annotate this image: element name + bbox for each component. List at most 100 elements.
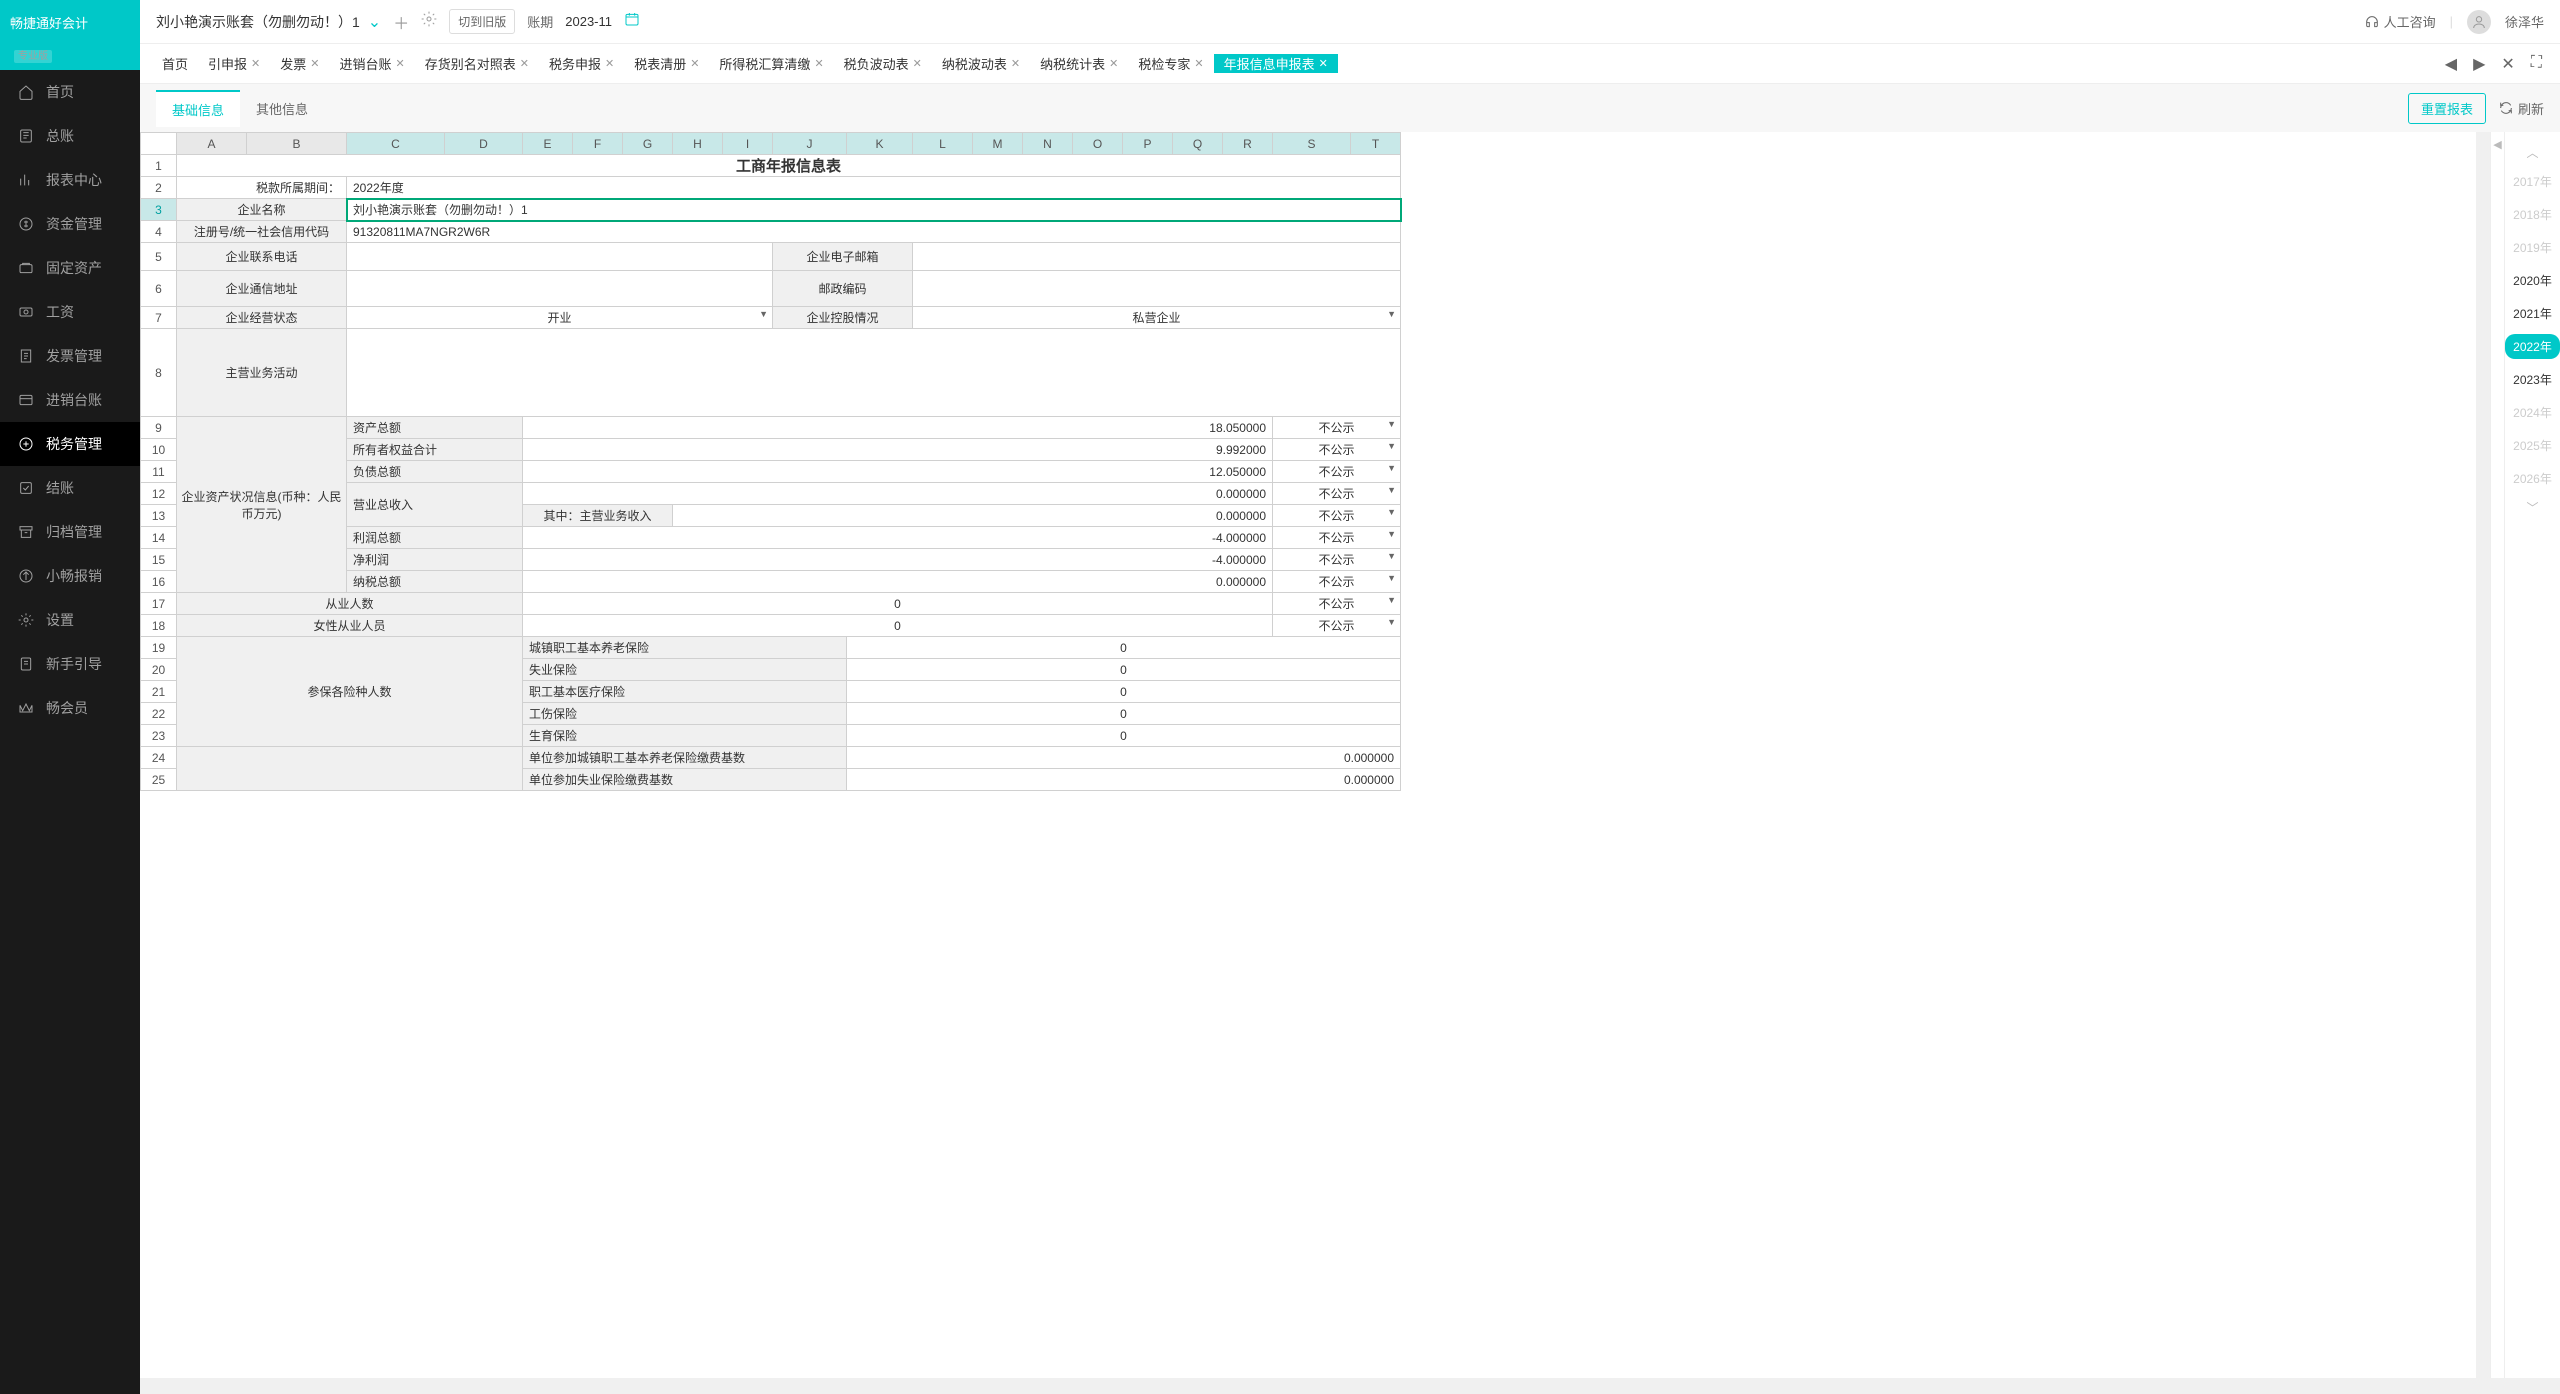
dropdown-publicity[interactable]: 不公示 bbox=[1273, 417, 1401, 439]
col-header[interactable]: G bbox=[623, 133, 673, 155]
dropdown-status[interactable]: 开业 bbox=[347, 307, 773, 329]
cell-value[interactable]: 91320811MA7NGR2W6R bbox=[347, 221, 1401, 243]
dropdown-publicity[interactable]: 不公示 bbox=[1273, 571, 1401, 593]
col-header[interactable]: B bbox=[247, 133, 347, 155]
tab[interactable]: 税负波动表✕ bbox=[834, 54, 932, 73]
tab[interactable]: 年报信息申报表✕ bbox=[1214, 54, 1338, 73]
close-icon[interactable]: ✕ bbox=[605, 57, 614, 70]
horizontal-scrollbar[interactable] bbox=[140, 1378, 2560, 1394]
tab[interactable]: 首页 bbox=[152, 54, 198, 73]
row-header[interactable]: 1 bbox=[141, 155, 177, 177]
dropdown-publicity[interactable]: 不公示 bbox=[1273, 439, 1401, 461]
avatar[interactable] bbox=[2467, 10, 2491, 34]
cell-value[interactable]: 0.000000 bbox=[673, 505, 1273, 527]
calendar-icon[interactable] bbox=[624, 11, 640, 32]
row-header[interactable]: 3 bbox=[141, 199, 177, 221]
row-header[interactable]: 25 bbox=[141, 769, 177, 791]
col-header[interactable]: J bbox=[773, 133, 847, 155]
nav-item-salary[interactable]: 工资 bbox=[0, 290, 140, 334]
tab-close-button[interactable]: ✕ bbox=[2495, 50, 2520, 78]
close-icon[interactable]: ✕ bbox=[913, 57, 922, 70]
cell-value[interactable]: 2022年度 bbox=[347, 177, 1401, 199]
dropdown-publicity[interactable]: 不公示 bbox=[1273, 483, 1401, 505]
col-header[interactable]: I bbox=[723, 133, 773, 155]
col-header[interactable]: D bbox=[445, 133, 523, 155]
cell-value[interactable]: 0 bbox=[523, 615, 1273, 637]
cell-value[interactable]: 0 bbox=[847, 681, 1401, 703]
cell-value[interactable]: 12.050000 bbox=[523, 461, 1273, 483]
cell-value[interactable]: 0 bbox=[847, 659, 1401, 681]
cell-value[interactable]: 0 bbox=[847, 637, 1401, 659]
dropdown-holding[interactable]: 私营企业 bbox=[913, 307, 1401, 329]
cell-value[interactable] bbox=[913, 243, 1401, 271]
gear-icon[interactable] bbox=[421, 11, 437, 32]
nav-item-vip[interactable]: 畅会员 bbox=[0, 686, 140, 730]
year-option[interactable]: 2022年 bbox=[2505, 334, 2560, 359]
tab[interactable]: 纳税波动表✕ bbox=[932, 54, 1030, 73]
nav-item-tax[interactable]: 税务管理 bbox=[0, 422, 140, 466]
row-header[interactable]: 14 bbox=[141, 527, 177, 549]
col-header[interactable]: M bbox=[973, 133, 1023, 155]
sheet-corner[interactable] bbox=[141, 133, 177, 155]
row-header[interactable]: 20 bbox=[141, 659, 177, 681]
add-icon[interactable]: ＋ bbox=[393, 10, 409, 34]
year-option[interactable]: 2023年 bbox=[2505, 367, 2560, 392]
col-header[interactable]: C bbox=[347, 133, 445, 155]
nav-item-close[interactable]: 结账 bbox=[0, 466, 140, 510]
cell-value[interactable]: 9.992000 bbox=[523, 439, 1273, 461]
row-header[interactable]: 10 bbox=[141, 439, 177, 461]
vertical-scrollbar[interactable] bbox=[2476, 132, 2490, 1378]
account-selector[interactable]: 刘小艳演示账套（勿删勿动！）1 ⌄ bbox=[156, 12, 381, 32]
col-header[interactable]: S bbox=[1273, 133, 1351, 155]
dropdown-publicity[interactable]: 不公示 bbox=[1273, 461, 1401, 483]
cell-value[interactable]: 18.050000 bbox=[523, 417, 1273, 439]
close-icon[interactable]: ✕ bbox=[814, 57, 823, 70]
col-header[interactable]: K bbox=[847, 133, 913, 155]
col-header[interactable]: N bbox=[1023, 133, 1073, 155]
cell-value[interactable]: -4.000000 bbox=[523, 549, 1273, 571]
tab[interactable]: 发票✕ bbox=[270, 54, 329, 73]
year-option[interactable]: 2020年 bbox=[2505, 268, 2560, 293]
subtab-basic[interactable]: 基础信息 bbox=[156, 90, 240, 127]
switch-old-button[interactable]: 切到旧版 bbox=[449, 9, 515, 34]
row-header[interactable]: 19 bbox=[141, 637, 177, 659]
year-option[interactable]: 2017年 bbox=[2505, 169, 2560, 194]
close-icon[interactable]: ✕ bbox=[1194, 57, 1203, 70]
tab[interactable]: 纳税统计表✕ bbox=[1030, 54, 1128, 73]
refresh-button[interactable]: 刷新 bbox=[2498, 93, 2544, 124]
tab[interactable]: 税表清册✕ bbox=[624, 54, 709, 73]
col-header[interactable]: H bbox=[673, 133, 723, 155]
dropdown-publicity[interactable]: 不公示 bbox=[1273, 505, 1401, 527]
close-icon[interactable]: ✕ bbox=[1319, 57, 1328, 70]
row-header[interactable]: 22 bbox=[141, 703, 177, 725]
row-header[interactable]: 2 bbox=[141, 177, 177, 199]
dropdown-publicity[interactable]: 不公示 bbox=[1273, 593, 1401, 615]
col-header[interactable]: R bbox=[1223, 133, 1273, 155]
dropdown-publicity[interactable]: 不公示 bbox=[1273, 549, 1401, 571]
col-header[interactable]: O bbox=[1073, 133, 1123, 155]
row-header[interactable]: 21 bbox=[141, 681, 177, 703]
tab-next-button[interactable]: ▶ bbox=[2467, 50, 2491, 78]
support-link[interactable]: 人工咨询 bbox=[2364, 12, 2436, 31]
col-header[interactable]: E bbox=[523, 133, 573, 155]
fullscreen-button[interactable]: ⛶ bbox=[2525, 50, 2548, 78]
cell-selected[interactable]: 刘小艳演示账套（勿删勿动！）1 bbox=[347, 199, 1401, 221]
year-option[interactable]: 2026年 bbox=[2505, 466, 2560, 491]
nav-item-invoice[interactable]: 发票管理 bbox=[0, 334, 140, 378]
row-header[interactable]: 7 bbox=[141, 307, 177, 329]
row-header[interactable]: 15 bbox=[141, 549, 177, 571]
col-header[interactable]: T bbox=[1351, 133, 1401, 155]
col-header[interactable]: P bbox=[1123, 133, 1173, 155]
row-header[interactable]: 8 bbox=[141, 329, 177, 417]
cell-value[interactable] bbox=[913, 271, 1401, 307]
cell-value[interactable]: 0.000000 bbox=[523, 483, 1273, 505]
nav-item-ledger[interactable]: 总账 bbox=[0, 114, 140, 158]
col-header[interactable]: Q bbox=[1173, 133, 1223, 155]
tab[interactable]: 所得税汇算清缴✕ bbox=[709, 54, 833, 73]
nav-item-inout[interactable]: 进销台账 bbox=[0, 378, 140, 422]
close-icon[interactable]: ✕ bbox=[396, 57, 405, 70]
row-header[interactable]: 9 bbox=[141, 417, 177, 439]
dropdown-publicity[interactable]: 不公示 bbox=[1273, 527, 1401, 549]
year-option[interactable]: 2019年 bbox=[2505, 235, 2560, 260]
tab-prev-button[interactable]: ◀ bbox=[2439, 50, 2463, 78]
